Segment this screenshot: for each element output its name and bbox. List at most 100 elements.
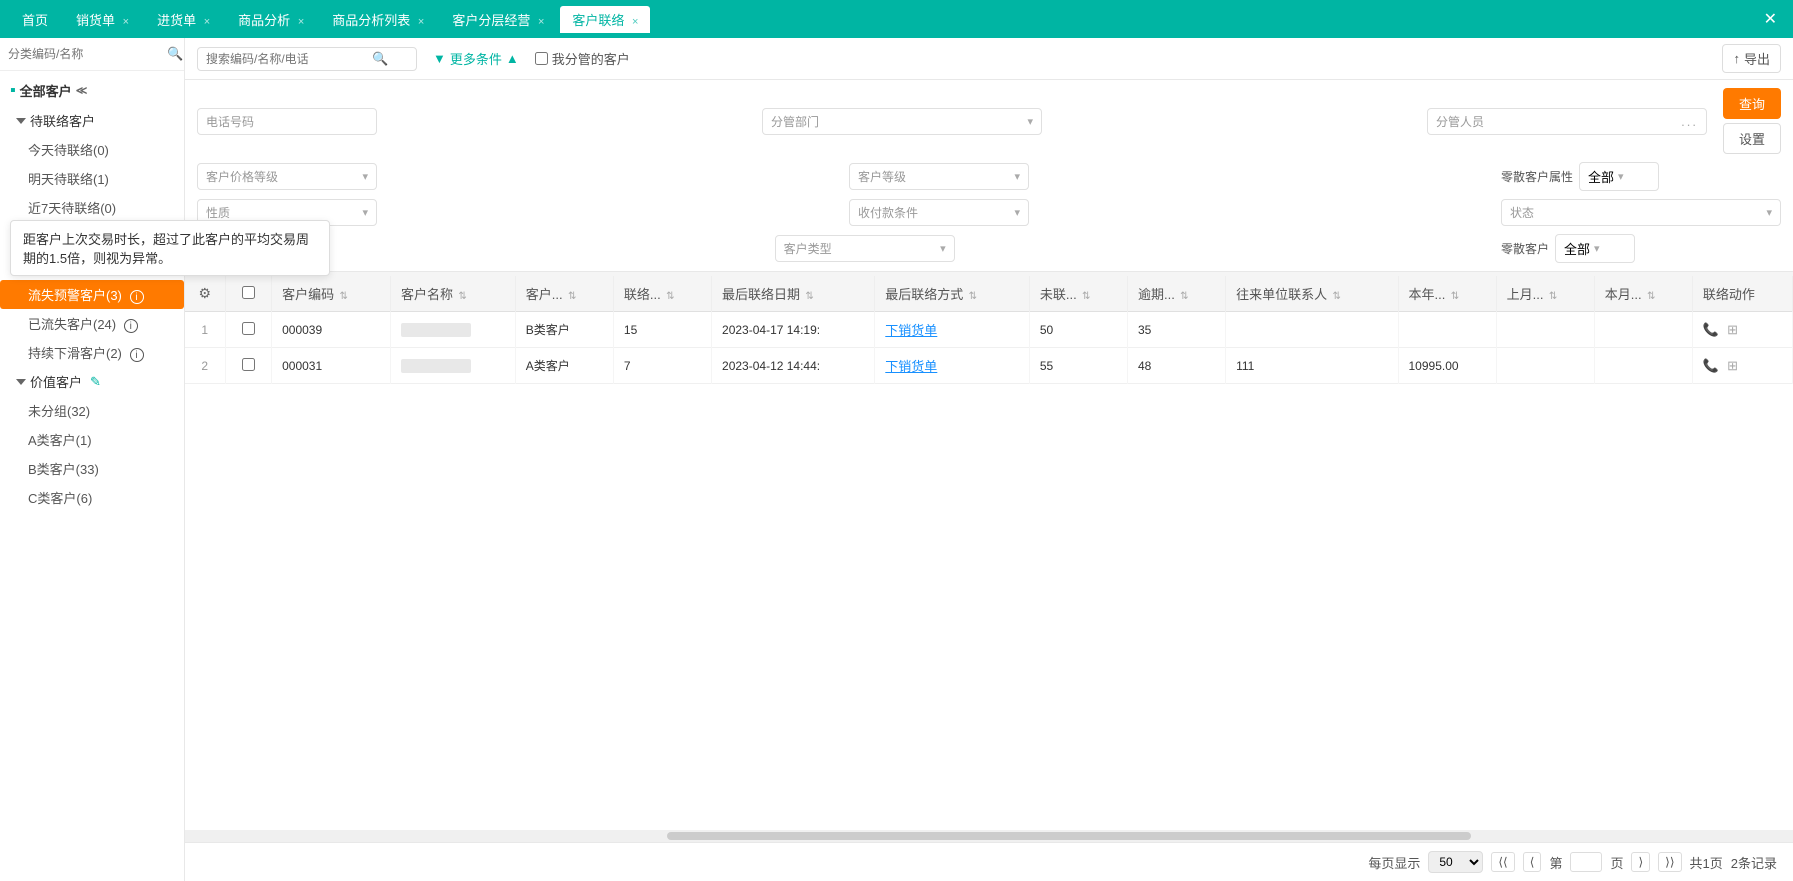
nav-tab-close-customer-contact[interactable]: × (632, 16, 638, 28)
info-icon-lost[interactable]: i (124, 319, 138, 333)
sidebar-item-7days[interactable]: 近7天待联络(0) (0, 193, 184, 222)
per-page-select[interactable]: 50 100 200 (1428, 851, 1483, 873)
row1-uncontacted: 50 (1029, 312, 1127, 348)
settings-button[interactable]: 设置 (1723, 123, 1781, 154)
nav-tab-close-sales[interactable]: × (123, 16, 129, 28)
sidebar-search-icon[interactable]: 🔍 (167, 46, 183, 62)
table-settings-icon[interactable]: ⚙ (198, 285, 211, 301)
filter-phone[interactable]: 电话号码 (197, 108, 377, 135)
col-contact[interactable]: 联络... ⇅ (613, 276, 711, 312)
sidebar-group-pending[interactable]: 待联络客户 (0, 106, 184, 135)
sidebar-all-customers[interactable]: ▪ 全部客户 ≪ (0, 75, 184, 106)
edit-icon-value[interactable]: ✎ (90, 374, 101, 390)
col-this-month[interactable]: 本月... ⇅ (1594, 276, 1692, 312)
sidebar-item-lost[interactable]: 已流失客户(24) i (0, 309, 184, 338)
nav-tab-analysis-list[interactable]: 商品分析列表 × (320, 6, 436, 33)
col-unit-contact[interactable]: 往来单位联系人 ⇅ (1226, 276, 1398, 312)
col-checkbox-header[interactable] (225, 276, 272, 312)
nav-tab-sales[interactable]: 销货单 × (64, 6, 141, 33)
nav-tab-close-analysis-list[interactable]: × (418, 16, 424, 28)
query-button[interactable]: 查询 (1723, 88, 1781, 119)
sidebar-search-input[interactable] (8, 47, 163, 61)
prev-page-button[interactable]: ⟨ (1523, 852, 1542, 872)
nav-tab-close-customer-segment[interactable]: × (538, 16, 544, 28)
col-settings[interactable]: ⚙ (185, 276, 225, 312)
export-button[interactable]: ↑ 导出 (1722, 44, 1781, 73)
content-area: 🔍 ▼ 更多条件 ▲ 我分管的客户 ↑ 导出 电话号码 (185, 38, 1793, 881)
row1-checkbox-cell[interactable] (225, 312, 272, 348)
nav-tab-home[interactable]: 首页 (10, 6, 60, 33)
filter-price-level[interactable]: 客户价格等级 ▾ (197, 163, 377, 190)
more-conditions-button[interactable]: ▼ 更多条件 ▲ (425, 46, 527, 71)
filter-retail-customer-select[interactable]: 全部 ▾ (1555, 234, 1635, 263)
sidebar-item-today[interactable]: 今天待联络(0) (0, 135, 184, 164)
filter-manager[interactable]: 分管人员 ... (1427, 108, 1707, 135)
col-uncontacted[interactable]: 未联... ⇅ (1029, 276, 1127, 312)
sidebar-item-b-class[interactable]: B类客户(33) (0, 454, 184, 483)
filter-area: 电话号码 分管部门 ▾ 分管人员 ... 查询 设置 (185, 80, 1793, 272)
info-icon-warn[interactable]: i (130, 290, 144, 304)
sort-icon-type: ⇅ (568, 291, 576, 302)
row2-index: 2 (185, 348, 225, 384)
my-customers-checkbox[interactable] (535, 52, 548, 65)
row1-phone-icon[interactable]: 📞 (1703, 322, 1719, 338)
col-name[interactable]: 客户名称 ⇅ (391, 276, 516, 312)
first-page-button[interactable]: ⟨⟨ (1491, 852, 1514, 872)
sort-icon-contact: ⇅ (666, 291, 674, 302)
nav-tab-customer-segment[interactable]: 客户分层经营 × (440, 6, 556, 33)
next-page-button[interactable]: ⟩ (1631, 852, 1650, 872)
export-icon: ↑ (1733, 51, 1740, 66)
nav-tab-close-analysis[interactable]: × (298, 16, 304, 28)
my-customers-checkbox-label[interactable]: 我分管的客户 (535, 49, 630, 68)
sidebar-item-repurchase-warning[interactable]: 流失预警客户(3) i (0, 280, 184, 309)
col-overdue[interactable]: 逾期... ⇅ (1127, 276, 1225, 312)
col-code[interactable]: 客户编码 ⇅ (272, 276, 391, 312)
row2-phone-icon[interactable]: 📞 (1703, 358, 1719, 374)
nav-tab-close-purchase[interactable]: × (204, 16, 210, 28)
col-last-contact-date[interactable]: 最后联络日期 ⇅ (712, 276, 875, 312)
last-page-button[interactable]: ⟩⟩ (1658, 852, 1681, 872)
row2-checkbox-cell[interactable] (225, 348, 272, 384)
sidebar-collapse-icon[interactable]: ≪ (76, 84, 88, 97)
col-customer-type[interactable]: 客户... ⇅ (515, 276, 613, 312)
sidebar-item-ungrouped[interactable]: 未分组(32) (0, 396, 184, 425)
page-label: 第 (1549, 853, 1562, 872)
select-all-checkbox[interactable] (242, 286, 255, 299)
horizontal-scrollbar[interactable] (185, 830, 1793, 842)
info-icon-declining[interactable]: i (130, 348, 144, 362)
filter-retail-attr-select[interactable]: 全部 ▾ (1579, 162, 1659, 191)
scrollbar-thumb[interactable] (667, 832, 1471, 840)
row1-more-icon[interactable]: ⊞ (1727, 322, 1738, 338)
col-last-month[interactable]: 上月... ⇅ (1496, 276, 1594, 312)
filter-payment[interactable]: 收付款条件 ▾ (849, 199, 1029, 226)
sidebar-item-declining[interactable]: 持续下滑客户(2) i (0, 338, 184, 367)
chevron-down-icon-retail: ▾ (1594, 242, 1600, 255)
col-last-contact-method[interactable]: 最后联络方式 ⇅ (875, 276, 1030, 312)
filter-status[interactable]: 状态 ▾ (1501, 199, 1781, 226)
window-close-button[interactable]: ✕ (1758, 9, 1783, 29)
sidebar-group-value[interactable]: 价值客户 ✎ (0, 367, 184, 396)
filter-customer-type[interactable]: 客户类型 ▾ (775, 235, 955, 262)
row1-last-method[interactable]: 下销货单 (875, 312, 1030, 348)
col-this-year[interactable]: 本年... ⇅ (1398, 276, 1496, 312)
row2-more-icon[interactable]: ⊞ (1727, 358, 1738, 374)
row1-checkbox[interactable] (242, 322, 255, 335)
chevron-down-icon-customer-type: ▾ (940, 242, 946, 255)
row2-checkbox[interactable] (242, 358, 255, 371)
nav-tab-purchase[interactable]: 进货单 × (145, 6, 222, 33)
sort-icon-code: ⇅ (339, 291, 347, 302)
filter-row-1: 电话号码 分管部门 ▾ 分管人员 ... 查询 设置 (197, 88, 1781, 154)
search-input[interactable] (206, 52, 366, 66)
search-icon[interactable]: 🔍 (372, 51, 388, 67)
customer-table: ⚙ 客户编码 ⇅ 客户名称 ⇅ (185, 276, 1793, 384)
sidebar-item-c-class[interactable]: C类客户(6) (0, 483, 184, 512)
sidebar-item-a-class[interactable]: A类客户(1) (0, 425, 184, 454)
row2-last-method[interactable]: 下销货单 (875, 348, 1030, 384)
nav-tab-customer-contact[interactable]: 客户联络 × (560, 6, 650, 33)
filter-customer-level[interactable]: 客户等级 ▾ (849, 163, 1029, 190)
sidebar-item-tomorrow[interactable]: 明天待联络(1) (0, 164, 184, 193)
chevron-up-icon: ▲ (506, 51, 519, 66)
filter-department[interactable]: 分管部门 ▾ (762, 108, 1042, 135)
nav-tab-analysis[interactable]: 商品分析 × (226, 6, 316, 33)
page-number-input[interactable]: 1 (1570, 852, 1602, 872)
